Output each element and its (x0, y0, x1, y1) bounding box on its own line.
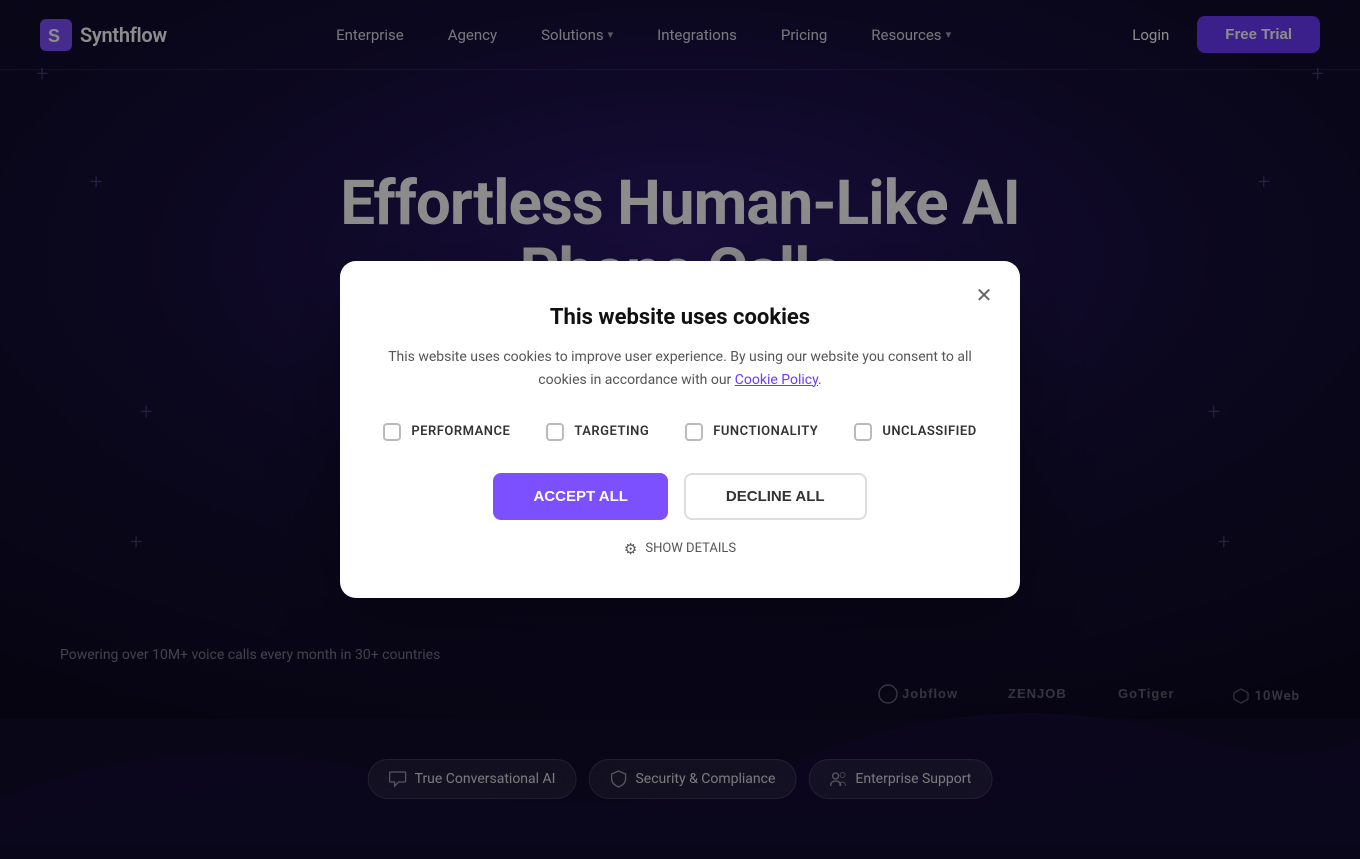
cookie-modal: ✕ This website uses cookies This website… (340, 261, 1020, 598)
modal-close-button[interactable]: ✕ (968, 279, 1000, 311)
gear-icon: ⚙ (624, 540, 637, 558)
checkbox-functionality[interactable]: FUNCTIONALITY (685, 423, 818, 441)
unclassified-checkbox[interactable] (854, 423, 872, 441)
accept-all-button[interactable]: ACCEPT ALL (493, 473, 667, 520)
targeting-checkbox[interactable] (546, 423, 564, 441)
modal-body: This website uses cookies to improve use… (388, 346, 972, 391)
decline-all-button[interactable]: DECLINE ALL (684, 473, 867, 520)
modal-title: This website uses cookies (388, 305, 972, 330)
modal-actions: ACCEPT ALL DECLINE ALL (388, 473, 972, 520)
cookie-checkbox-row: PERFORMANCE TARGETING FUNCTIONALITY UNCL… (388, 423, 972, 441)
checkbox-performance[interactable]: PERFORMANCE (383, 423, 510, 441)
cookie-policy-link[interactable]: Cookie Policy (735, 372, 818, 388)
checkbox-targeting[interactable]: TARGETING (546, 423, 649, 441)
checkbox-unclassified[interactable]: UNCLASSIFIED (854, 423, 976, 441)
performance-checkbox[interactable] (383, 423, 401, 441)
modal-overlay: ✕ This website uses cookies This website… (0, 0, 1360, 859)
show-details-button[interactable]: ⚙ SHOW DETAILS (388, 540, 972, 558)
functionality-checkbox[interactable] (685, 423, 703, 441)
